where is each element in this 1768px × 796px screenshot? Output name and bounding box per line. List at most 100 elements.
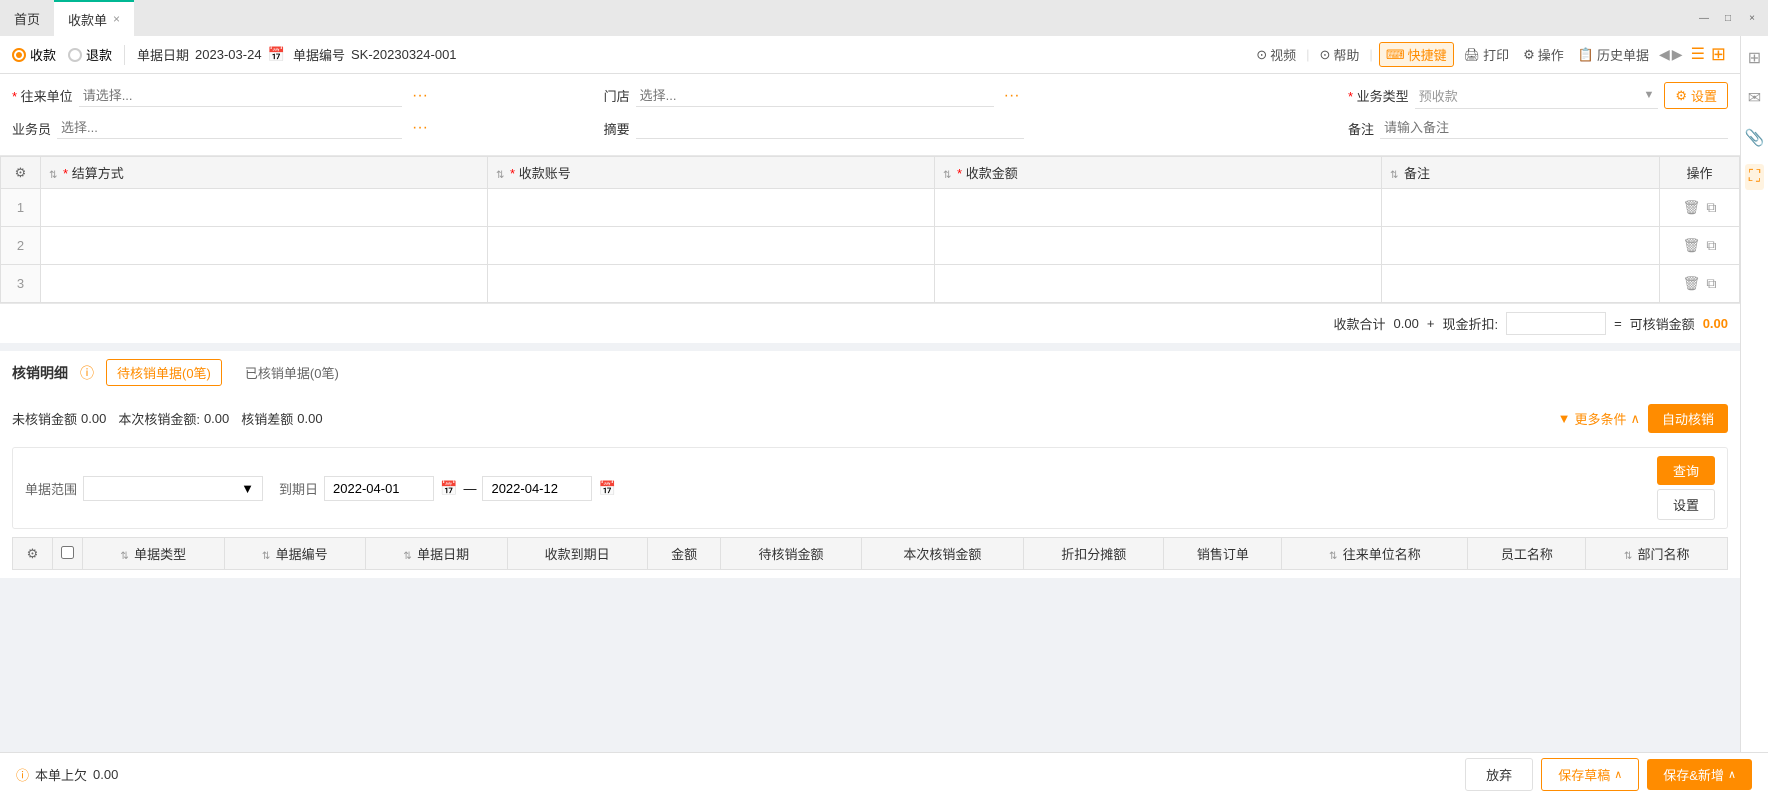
calendar-icon[interactable]: 📅 (268, 46, 285, 63)
tab-active[interactable]: 收款单 × (54, 0, 134, 36)
bottom-col-checkbox[interactable] (53, 538, 83, 570)
tab-done[interactable]: 已核销单据(0笔) (234, 359, 350, 386)
table-gear-icon[interactable]: ⚙ (15, 165, 27, 180)
row-1-amount[interactable] (935, 189, 1382, 227)
select-all-checkbox[interactable] (61, 546, 74, 559)
auto-verify-button[interactable]: 自动核销 (1648, 404, 1728, 433)
bottom-col-doc-type: ⇅ 单据类型 (83, 538, 225, 570)
employee-input[interactable] (57, 117, 402, 139)
nav-right-icon[interactable]: ▶ (1672, 46, 1683, 63)
partner-more-icon[interactable]: ··· (408, 87, 432, 105)
tab-pending[interactable]: 待核销单据(0笔) (106, 359, 222, 386)
sidebar-attachment-icon[interactable]: 📎 (1741, 124, 1768, 152)
partner-input[interactable] (79, 85, 402, 107)
row-1-ops: 🗑 ⧉ (1660, 189, 1740, 227)
partner-required: * (12, 89, 21, 104)
summary-input[interactable] (636, 117, 1024, 139)
operate-action[interactable]: ⚙ 操作 (1519, 43, 1568, 66)
settings-button[interactable]: ⚙ 设置 (1664, 82, 1728, 109)
bottom-gear-icon[interactable]: ⚙ (27, 546, 39, 561)
print-action[interactable]: 🖨 打印 (1460, 43, 1514, 66)
cash-discount-input[interactable] (1506, 312, 1606, 335)
row-3-delete-icon[interactable]: 🗑 (1683, 275, 1701, 292)
sidebar-screenshot-icon[interactable]: ⛶ (1745, 164, 1764, 190)
radio-receive[interactable]: 收款 (12, 45, 56, 64)
col-settlement-label: 结算方式 (72, 166, 124, 181)
row-3-settlement[interactable] (41, 265, 488, 303)
employee-more-icon[interactable]: ··· (408, 119, 432, 137)
remark-input[interactable] (1380, 117, 1728, 139)
shortcut-action[interactable]: ⌨ 快捷键 (1379, 42, 1454, 67)
verify-settings-button[interactable]: 设置 (1657, 489, 1715, 520)
row-2-amount[interactable] (935, 227, 1382, 265)
store-input[interactable] (636, 85, 994, 107)
history-action[interactable]: 📋 历史单据 (1574, 43, 1653, 66)
due-date-end-input[interactable] (482, 476, 592, 501)
row-2-remark[interactable] (1382, 227, 1660, 265)
table-row: 3 🗑 ⧉ (1, 265, 1740, 303)
layout-list-icon[interactable]: ☰ (1689, 42, 1707, 67)
sidebar-table-icon[interactable]: ⊞ (1744, 44, 1765, 72)
diff-label: 核销差额 (241, 409, 293, 428)
sort-dept-icon: ⇅ (1624, 551, 1632, 562)
main-content: 收款 退款 单据日期 2023-03-24 📅 单据编号 SK-20230324… (0, 36, 1740, 752)
row-3-remark[interactable] (1382, 265, 1660, 303)
row-1-delete-icon[interactable]: 🗑 (1683, 199, 1701, 216)
date-field: 单据日期 2023-03-24 📅 (137, 45, 285, 64)
row-2-delete-icon[interactable]: 🗑 (1683, 237, 1701, 254)
video-label: 视频 (1270, 45, 1296, 64)
business-type-field: * 业务类型 预收款 ▼ ⚙ 设置 (1348, 82, 1728, 109)
verify-info-icon[interactable]: ⓘ (80, 363, 94, 383)
bottom-col-dept: ⇅ 部门名称 (1586, 538, 1728, 570)
range-label: 单据范围 (25, 479, 77, 498)
row-3-amount[interactable] (935, 265, 1382, 303)
range-select[interactable]: ▼ (83, 476, 263, 501)
due-date-start-input[interactable] (324, 476, 434, 501)
more-conditions-btn[interactable]: ▼ 更多条件 ∧ (1558, 409, 1640, 428)
employee-label: 业务员 (12, 119, 51, 138)
calendar-start-icon[interactable]: 📅 (440, 480, 457, 497)
sum-equals: = (1614, 316, 1622, 331)
help-action[interactable]: ⊙ 帮助 (1316, 43, 1364, 66)
row-1-settlement[interactable] (41, 189, 488, 227)
filter-chevron-icon: ∧ (1630, 411, 1640, 427)
bottom-col-pending-amount: 待核销金额 (721, 538, 861, 570)
nav-left-icon[interactable]: ◀ (1659, 46, 1670, 63)
calendar-end-icon[interactable]: 📅 (598, 480, 615, 497)
store-more-icon[interactable]: ··· (1000, 87, 1024, 105)
row-1-remark[interactable] (1382, 189, 1660, 227)
save-draft-button[interactable]: 保存草稿 ∧ (1541, 758, 1639, 791)
sort-icon-amount: ⇅ (943, 170, 951, 181)
layout-grid-icon[interactable]: ⊞ (1709, 42, 1728, 67)
row-1-copy-icon[interactable]: ⧉ (1706, 199, 1716, 216)
row-2-settlement[interactable] (41, 227, 488, 265)
data-table: ⚙ ⇅ * 结算方式 ⇅ * 收款账号 ⇅ * 收款 (0, 156, 1740, 303)
due-date-label: 到期日 (279, 479, 318, 498)
row-3-copy-icon[interactable]: ⧉ (1706, 275, 1716, 292)
save-new-button[interactable]: 保存&新增 ∧ (1647, 759, 1752, 790)
tab-close-icon[interactable]: × (113, 12, 120, 26)
sidebar-email-icon[interactable]: ✉ (1744, 84, 1765, 112)
bottom-table-area: ⚙ ⇅ 单据类型 ⇅ 单据编号 (12, 537, 1728, 570)
minimize-button[interactable]: — (1696, 10, 1712, 26)
close-button[interactable]: × (1744, 10, 1760, 26)
tab-home[interactable]: 首页 (0, 0, 54, 36)
bottom-col-setting[interactable]: ⚙ (13, 538, 53, 570)
business-type-select[interactable]: 预收款 ▼ (1415, 83, 1659, 109)
maximize-button[interactable]: □ (1720, 10, 1736, 26)
range-chevron-icon: ▼ (241, 481, 254, 496)
number-field: 单据编号 SK-20230324-001 (293, 45, 457, 64)
row-2-copy-icon[interactable]: ⧉ (1706, 237, 1716, 254)
video-action[interactable]: ⊙ 视频 (1252, 43, 1300, 66)
radio-refund-label: 退款 (86, 45, 112, 64)
row-3-account[interactable] (488, 265, 935, 303)
row-2-account[interactable] (488, 227, 935, 265)
table-row: 1 🗑 ⧉ (1, 189, 1740, 227)
radio-refund[interactable]: 退款 (68, 45, 112, 64)
query-button[interactable]: 查询 (1657, 456, 1715, 485)
table-area: ⚙ ⇅ * 结算方式 ⇅ * 收款账号 ⇅ * 收款 (0, 156, 1740, 303)
row-1-account[interactable] (488, 189, 935, 227)
abandon-button[interactable]: 放弃 (1465, 758, 1533, 791)
col-setting[interactable]: ⚙ (1, 157, 41, 189)
col-settlement: ⇅ * 结算方式 (41, 157, 488, 189)
